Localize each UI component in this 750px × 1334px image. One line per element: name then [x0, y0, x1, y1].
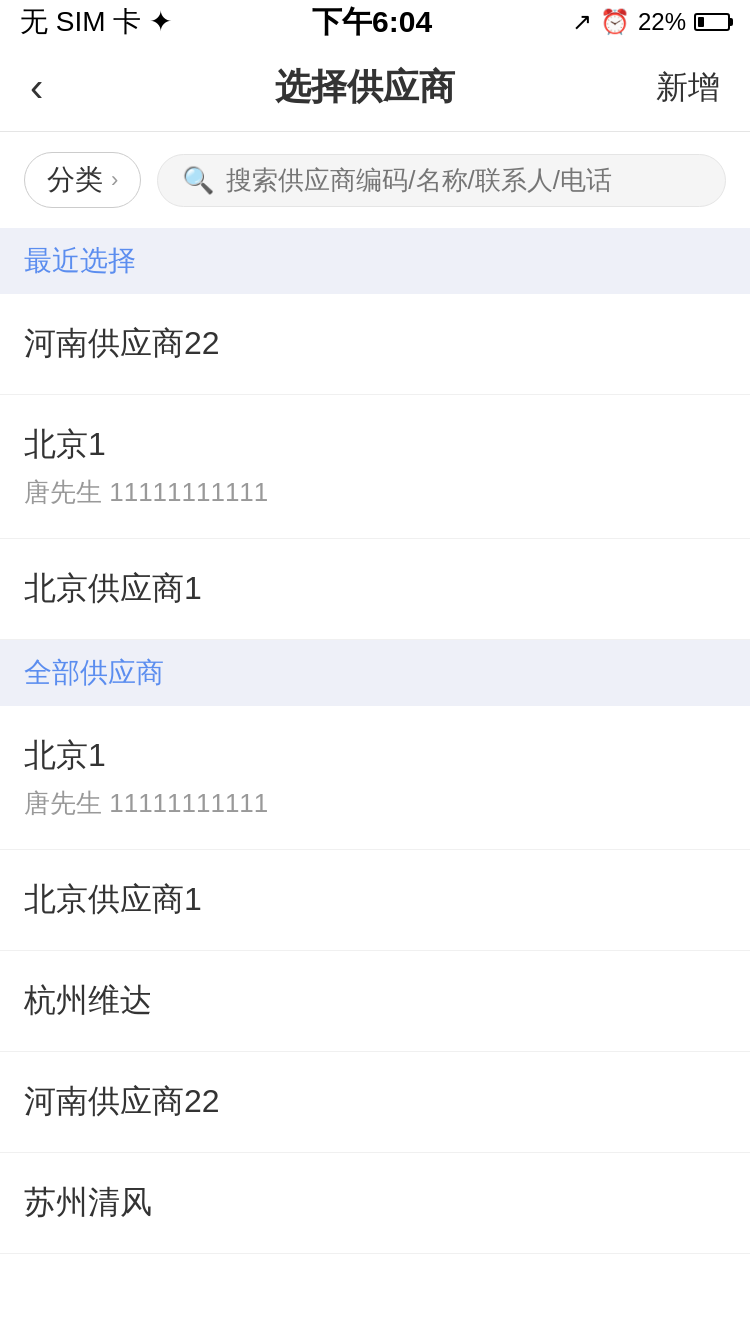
list-item[interactable]: 北京1 唐先生 11111111111	[0, 395, 750, 539]
status-time: 下午6:04	[312, 2, 432, 43]
item-name: 北京供应商1	[24, 567, 726, 611]
search-input[interactable]	[226, 165, 701, 196]
item-name: 杭州维达	[24, 979, 726, 1023]
item-name: 北京1	[24, 734, 726, 778]
location-icon: ↗	[572, 8, 592, 36]
item-sub: 唐先生 11111111111	[24, 786, 726, 821]
item-name: 北京供应商1	[24, 878, 726, 922]
add-button[interactable]: 新增	[640, 66, 720, 110]
item-name: 河南供应商22	[24, 1080, 726, 1124]
battery-percent: 22%	[638, 8, 686, 36]
back-button[interactable]: ‹	[30, 65, 90, 110]
list-item[interactable]: 杭州维达	[0, 951, 750, 1052]
recent-list: 河南供应商22 北京1 唐先生 11111111111 北京供应商1	[0, 294, 750, 640]
category-label: 分类	[47, 161, 103, 199]
battery-icon	[694, 13, 730, 31]
list-item[interactable]: 苏州清风	[0, 1153, 750, 1254]
search-box[interactable]: 🔍	[157, 154, 726, 207]
status-bar: 无 SIM 卡 ✦ 下午6:04 ↗ ⏰ 22%	[0, 0, 750, 44]
item-name: 北京1	[24, 423, 726, 467]
recent-section-label: 最近选择	[24, 245, 136, 276]
item-name: 河南供应商22	[24, 322, 726, 366]
item-sub: 唐先生 11111111111	[24, 475, 726, 510]
chevron-icon: ›	[111, 167, 118, 193]
all-list: 北京1 唐先生 11111111111 北京供应商1 杭州维达河南供应商22 苏州清风	[0, 706, 750, 1254]
status-left: 无 SIM 卡 ✦	[20, 3, 172, 41]
list-item[interactable]: 河南供应商22	[0, 1052, 750, 1153]
nav-bar: ‹ 选择供应商 新增	[0, 44, 750, 132]
list-item[interactable]: 北京1 唐先生 11111111111	[0, 706, 750, 850]
page-title: 选择供应商	[90, 63, 640, 112]
filter-bar: 分类 › 🔍	[0, 132, 750, 228]
all-section-header: 全部供应商	[0, 640, 750, 706]
list-item[interactable]: 北京供应商1	[0, 850, 750, 951]
item-name: 苏州清风	[24, 1181, 726, 1225]
list-item[interactable]: 河南供应商22	[0, 294, 750, 395]
all-section-label: 全部供应商	[24, 657, 164, 688]
list-item[interactable]: 北京供应商1	[0, 539, 750, 640]
recent-section-header: 最近选择	[0, 228, 750, 294]
category-button[interactable]: 分类 ›	[24, 152, 141, 208]
search-icon: 🔍	[182, 165, 214, 196]
alarm-icon: ⏰	[600, 8, 630, 36]
status-right: ↗ ⏰ 22%	[572, 8, 730, 36]
